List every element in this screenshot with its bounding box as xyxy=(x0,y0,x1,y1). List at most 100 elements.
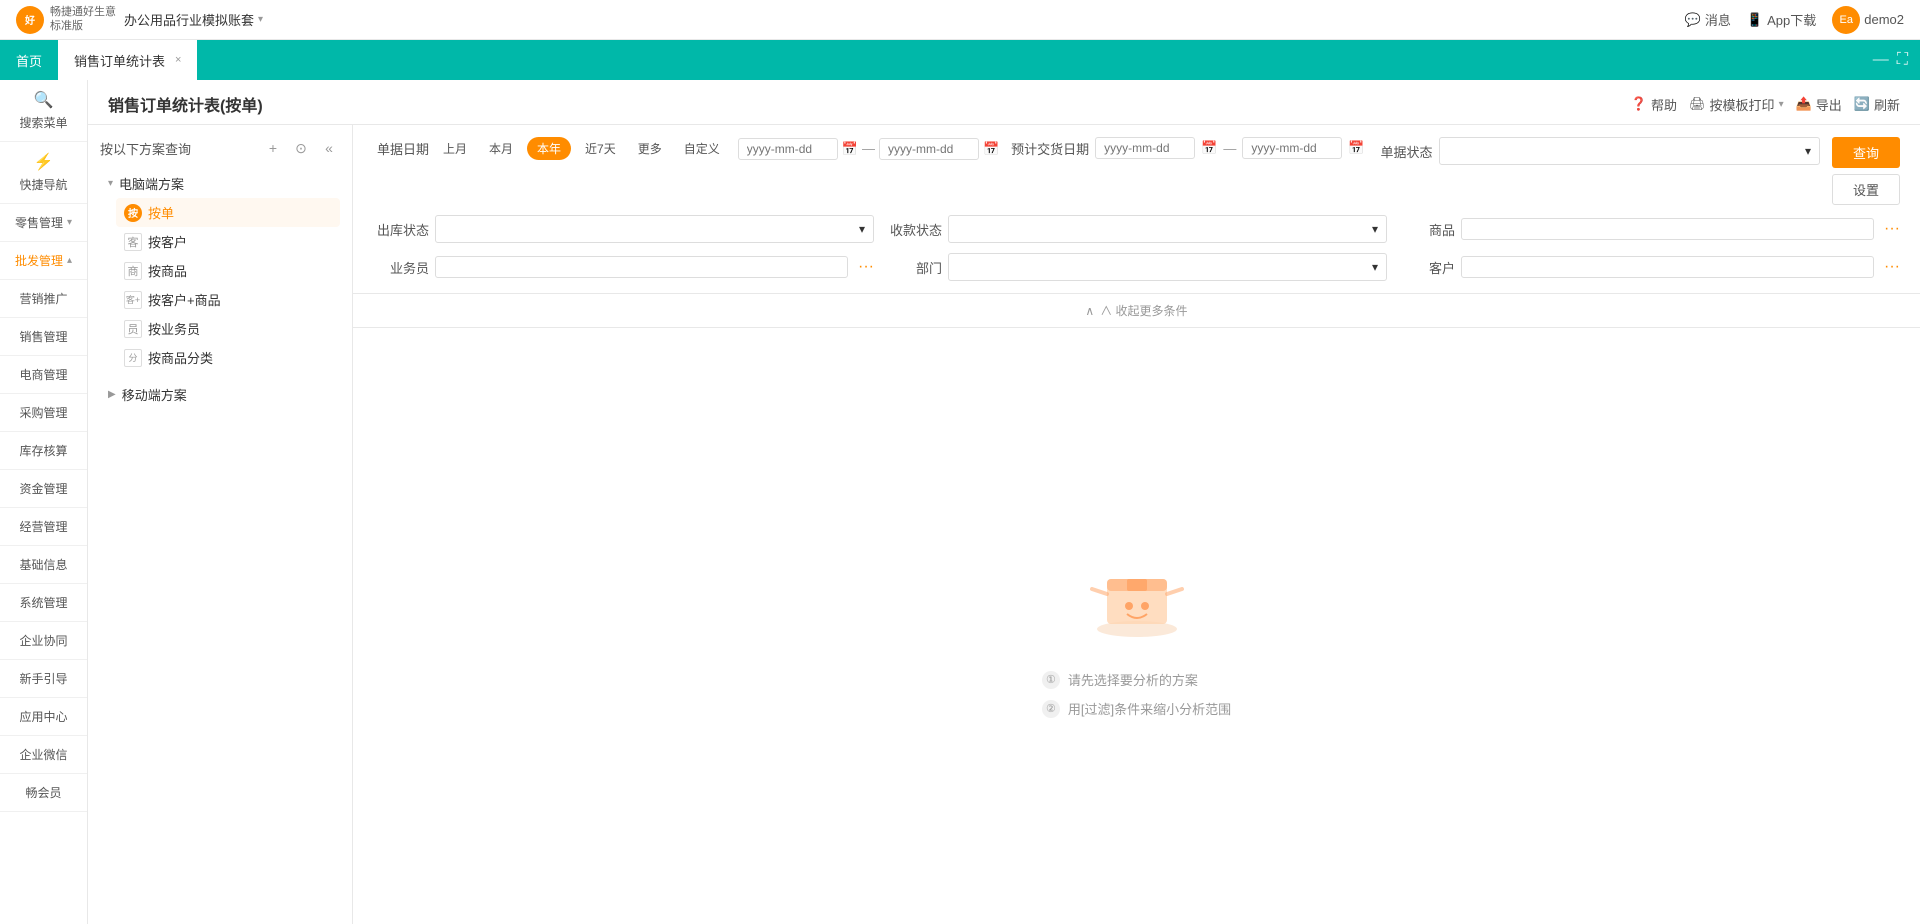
scheme-item-by-goods[interactable]: 商 按商品 xyxy=(116,256,340,285)
tab-bar-actions: — ⛶ xyxy=(1873,51,1920,69)
child-icon-salesman: 员 xyxy=(124,320,142,338)
department-select[interactable]: ▾ xyxy=(948,253,1387,281)
query-button[interactable]: 查询 xyxy=(1832,137,1900,168)
this-month-btn[interactable]: 本月 xyxy=(481,137,521,160)
customer-input[interactable] xyxy=(1461,256,1874,278)
scheme-item-by-customer[interactable]: 客 按客户 xyxy=(116,227,340,256)
expected-date-to-input[interactable] xyxy=(1242,137,1342,159)
collapse-more-bar[interactable]: ∧ ∧ 收起更多条件 xyxy=(353,294,1920,328)
this-year-btn[interactable]: 本年 xyxy=(527,137,571,160)
goods-input[interactable] xyxy=(1461,218,1874,240)
scheme-item-by-category[interactable]: 分 按商品分类 xyxy=(116,343,340,372)
collapse-icon: ∧ xyxy=(1085,304,1094,318)
left-panel: 按以下方案查询 + ⊙ « ▾ 电脑端方案 按 按单 xyxy=(88,125,353,924)
date-from-icon[interactable]: 📅 xyxy=(842,141,858,157)
sidebar-item-vip[interactable]: 畅会员 xyxy=(0,774,87,812)
empty-svg xyxy=(1077,534,1197,654)
more-btn[interactable]: 更多 xyxy=(630,137,670,160)
sidebar-item-retail[interactable]: 零售管理 ▾ xyxy=(0,204,87,242)
retail-arrow-icon: ▾ xyxy=(67,217,72,228)
export-button[interactable]: 📤 导出 xyxy=(1796,95,1842,114)
sidebar-item-search[interactable]: 🔍 搜索菜单 xyxy=(0,80,87,142)
date-range-inputs: 📅 — 📅 xyxy=(738,138,999,160)
payment-status-label: 收款状态 xyxy=(886,220,942,239)
salesman-input[interactable] xyxy=(435,256,848,278)
date-to-input[interactable] xyxy=(879,138,979,160)
salesman-label: 业务员 xyxy=(373,258,429,277)
minimize-icon[interactable]: — xyxy=(1873,51,1889,69)
left-panel-header: 按以下方案查询 + ⊙ « xyxy=(100,137,340,159)
scheme-item-by-order[interactable]: 按 按单 xyxy=(116,198,340,227)
content-area: 销售订单统计表(按单) ❓ 帮助 🖨 按模板打印 ▾ 📤 导出 🔄 刷新 xyxy=(88,80,1920,924)
settings-button[interactable]: 设置 xyxy=(1832,174,1900,205)
pc-scheme-tree: 按 按单 客 按客户 商 按商品 客+ 按客户+商品 xyxy=(100,198,340,372)
sidebar-item-newuser[interactable]: 新手引导 xyxy=(0,660,87,698)
download-icon: 📱 xyxy=(1747,12,1763,28)
pc-section-label[interactable]: ▾ 电脑端方案 xyxy=(100,169,340,198)
add-scheme-button[interactable]: + xyxy=(262,137,284,159)
refresh-button[interactable]: 🔄 刷新 xyxy=(1854,95,1900,114)
sidebar-item-finance[interactable]: 资金管理 xyxy=(0,470,87,508)
sidebar-item-purchase[interactable]: 采购管理 xyxy=(0,394,87,432)
customer-label: 客户 xyxy=(1399,258,1455,277)
salesman-dots-icon[interactable]: ··· xyxy=(858,258,874,276)
bill-status-label: 单据状态 xyxy=(1377,142,1433,161)
message-button[interactable]: 💬 消息 xyxy=(1685,10,1731,29)
user-menu[interactable]: Ea demo2 xyxy=(1832,6,1904,34)
scheme-icon-order: 按 xyxy=(124,204,142,222)
quicknav-icon: ⚡ xyxy=(34,152,54,172)
app-download-button[interactable]: 📱 App下载 xyxy=(1747,10,1816,29)
last-month-btn[interactable]: 上月 xyxy=(435,137,475,160)
goods-dots-icon[interactable]: ··· xyxy=(1884,220,1900,238)
workspace-chevron-icon: ▾ xyxy=(258,14,263,25)
mobile-section-label[interactable]: ▶ 移动端方案 xyxy=(100,380,340,409)
sidebar-item-wechat[interactable]: 企业微信 xyxy=(0,736,87,774)
collapse-panel-button[interactable]: « xyxy=(318,137,340,159)
page-header: 销售订单统计表(按单) ❓ 帮助 🖨 按模板打印 ▾ 📤 导出 🔄 刷新 xyxy=(88,80,1920,125)
child-icon-cg: 客+ xyxy=(124,291,142,309)
expected-date-from-input[interactable] xyxy=(1095,137,1195,159)
expected-date-from-icon[interactable]: 📅 xyxy=(1201,140,1217,156)
sidebar-item-marketing[interactable]: 营销推广 xyxy=(0,280,87,318)
sidebar-item-basicinfo[interactable]: 基础信息 xyxy=(0,546,87,584)
sidebar-item-appcenter[interactable]: 应用中心 xyxy=(0,698,87,736)
empty-text: ① 请先选择要分析的方案 ② 用[过滤]条件来缩小分析范围 xyxy=(1042,670,1231,718)
setting-scheme-button[interactable]: ⊙ xyxy=(290,137,312,159)
custom-btn[interactable]: 自定义 xyxy=(676,137,728,160)
workspace-selector[interactable]: 办公用品行业模拟账套 ▾ xyxy=(124,10,263,29)
expected-date-to-icon[interactable]: 📅 xyxy=(1348,140,1364,156)
department-chevron-icon: ▾ xyxy=(1372,260,1378,274)
help-button[interactable]: ❓ 帮助 xyxy=(1631,95,1677,114)
maximize-icon[interactable]: ⛶ xyxy=(1897,51,1908,69)
payment-status-select[interactable]: ▾ xyxy=(948,215,1387,243)
sidebar-item-inventory[interactable]: 库存核算 xyxy=(0,432,87,470)
avatar: Ea xyxy=(1832,6,1860,34)
sidebar: 🔍 搜索菜单 ⚡ 快捷导航 零售管理 ▾ 批发管理 ▴ 营销推广 销售管理 电商… xyxy=(0,80,88,924)
search-icon: 🔍 xyxy=(34,90,54,110)
tab-close-icon[interactable]: × xyxy=(175,54,181,66)
child-icon-customer: 客 xyxy=(124,233,142,251)
date-from-input[interactable] xyxy=(738,138,838,160)
date-to-icon[interactable]: 📅 xyxy=(983,141,999,157)
expected-date-sep: — xyxy=(1223,141,1236,156)
last7-btn[interactable]: 近7天 xyxy=(577,137,624,160)
sidebar-item-enterprise[interactable]: 企业协同 xyxy=(0,622,87,660)
tab-sales-order[interactable]: 销售订单统计表 × xyxy=(58,40,197,80)
customer-dots-icon[interactable]: ··· xyxy=(1884,258,1900,276)
tab-home[interactable]: 首页 xyxy=(0,40,58,80)
payment-chevron-icon: ▾ xyxy=(1372,222,1378,236)
scheme-item-by-salesman[interactable]: 员 按业务员 xyxy=(116,314,340,343)
sidebar-item-sales[interactable]: 销售管理 xyxy=(0,318,87,356)
bill-status-select[interactable]: ▾ xyxy=(1439,137,1820,165)
print-button[interactable]: 🖨 按模板打印 ▾ xyxy=(1689,95,1784,114)
delivery-status-select[interactable]: ▾ xyxy=(435,215,874,243)
scheme-item-by-customer-goods[interactable]: 客+ 按客户+商品 xyxy=(116,285,340,314)
goods-label: 商品 xyxy=(1399,220,1455,239)
department-label: 部门 xyxy=(886,258,942,277)
sidebar-item-sysm[interactable]: 系统管理 xyxy=(0,584,87,622)
date-label: 单据日期 xyxy=(373,139,429,158)
sidebar-item-ecommerce[interactable]: 电商管理 xyxy=(0,356,87,394)
sidebar-item-quicknav[interactable]: ⚡ 快捷导航 xyxy=(0,142,87,204)
sidebar-item-operations[interactable]: 经营管理 xyxy=(0,508,87,546)
sidebar-item-wholesale[interactable]: 批发管理 ▴ xyxy=(0,242,87,280)
